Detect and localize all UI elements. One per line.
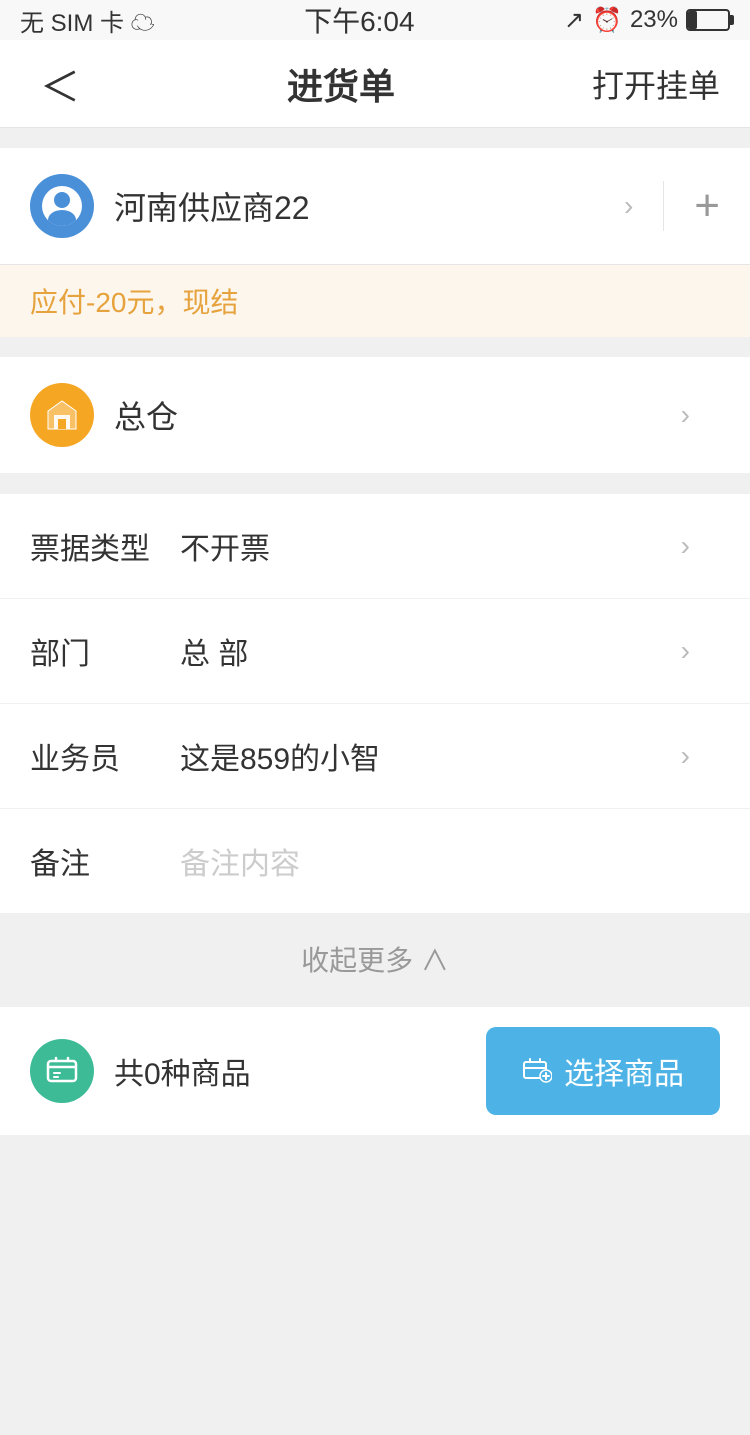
vertical-divider xyxy=(663,181,664,231)
top-divider xyxy=(0,128,750,148)
warehouse-section: 总仓 › xyxy=(0,357,750,473)
status-left: 无 SIM 卡 ☁ xyxy=(20,3,155,38)
invoice-type-row[interactable]: 票据类型 不开票 › xyxy=(0,493,750,598)
supplier-row[interactable]: 河南供应商22 › + xyxy=(0,148,750,265)
warehouse-name: 总仓 xyxy=(114,392,681,438)
open-pending-button[interactable]: 打开挂单 xyxy=(592,61,720,107)
location-icon: ↗ xyxy=(564,6,584,35)
remark-label: 备注 xyxy=(30,839,160,883)
add-button[interactable]: + xyxy=(694,181,720,231)
department-label: 部门 xyxy=(30,629,160,673)
department-value: 总 部 xyxy=(160,629,681,673)
salesperson-chevron-icon: › xyxy=(681,740,690,772)
department-chevron-icon: › xyxy=(681,635,690,667)
collapse-row[interactable]: 收起更多 ∧ xyxy=(0,913,750,1005)
bottom-section: 共0种商品 选择商品 xyxy=(0,1007,750,1135)
nav-bar: ＜ 进货单 打开挂单 xyxy=(0,40,750,128)
product-icon xyxy=(30,1039,94,1103)
invoice-type-value: 不开票 xyxy=(160,524,681,568)
page-title: 进货单 xyxy=(287,58,395,110)
remark-row[interactable]: 备注 备注内容 xyxy=(0,808,750,913)
notice-bar: 应付-20元，现结 xyxy=(0,265,750,337)
status-right: ↗ ⏰ 23% xyxy=(564,6,730,35)
section-divider-2 xyxy=(0,473,750,493)
department-row[interactable]: 部门 总 部 › xyxy=(0,598,750,703)
alarm-icon: ⏰ xyxy=(592,6,622,35)
section-divider-1 xyxy=(0,337,750,357)
cart-icon xyxy=(522,1056,552,1086)
battery-percent: 23% xyxy=(630,6,678,34)
salesperson-row[interactable]: 业务员 这是859的小智 › xyxy=(0,703,750,808)
background-fill xyxy=(0,1135,750,1435)
select-product-button[interactable]: 选择商品 xyxy=(486,1027,720,1115)
back-button[interactable]: ＜ xyxy=(30,45,90,123)
warehouse-chevron-icon: › xyxy=(681,399,690,431)
salesperson-value: 这是859的小智 xyxy=(160,734,681,778)
status-bar: 无 SIM 卡 ☁ 下午6:04 ↗ ⏰ 23% xyxy=(0,0,750,40)
collapse-label: 收起更多 ∧ xyxy=(301,939,449,979)
salesperson-label: 业务员 xyxy=(30,734,160,778)
form-section: 票据类型 不开票 › 部门 总 部 › 业务员 这是859的小智 › 备注 备注… xyxy=(0,493,750,913)
supplier-chevron-icon: › xyxy=(624,190,633,222)
notice-text: 应付-20元，现结 xyxy=(30,287,238,318)
invoice-type-label: 票据类型 xyxy=(30,524,160,568)
remark-value: 备注内容 xyxy=(160,839,720,883)
avatar-inner xyxy=(42,186,82,226)
invoice-chevron-icon: › xyxy=(681,530,690,562)
sim-status: 无 SIM 卡 ☁ xyxy=(20,3,155,38)
warehouse-icon xyxy=(30,383,94,447)
supplier-section: 河南供应商22 › + 应付-20元，现结 xyxy=(0,148,750,337)
supplier-name: 河南供应商22 xyxy=(114,183,624,229)
product-count: 共0种商品 xyxy=(114,1049,466,1093)
battery-icon xyxy=(686,9,730,31)
warehouse-row[interactable]: 总仓 › xyxy=(0,357,750,473)
supplier-avatar xyxy=(30,174,94,238)
status-time: 下午6:04 xyxy=(304,0,415,40)
select-product-label: 选择商品 xyxy=(564,1049,684,1093)
